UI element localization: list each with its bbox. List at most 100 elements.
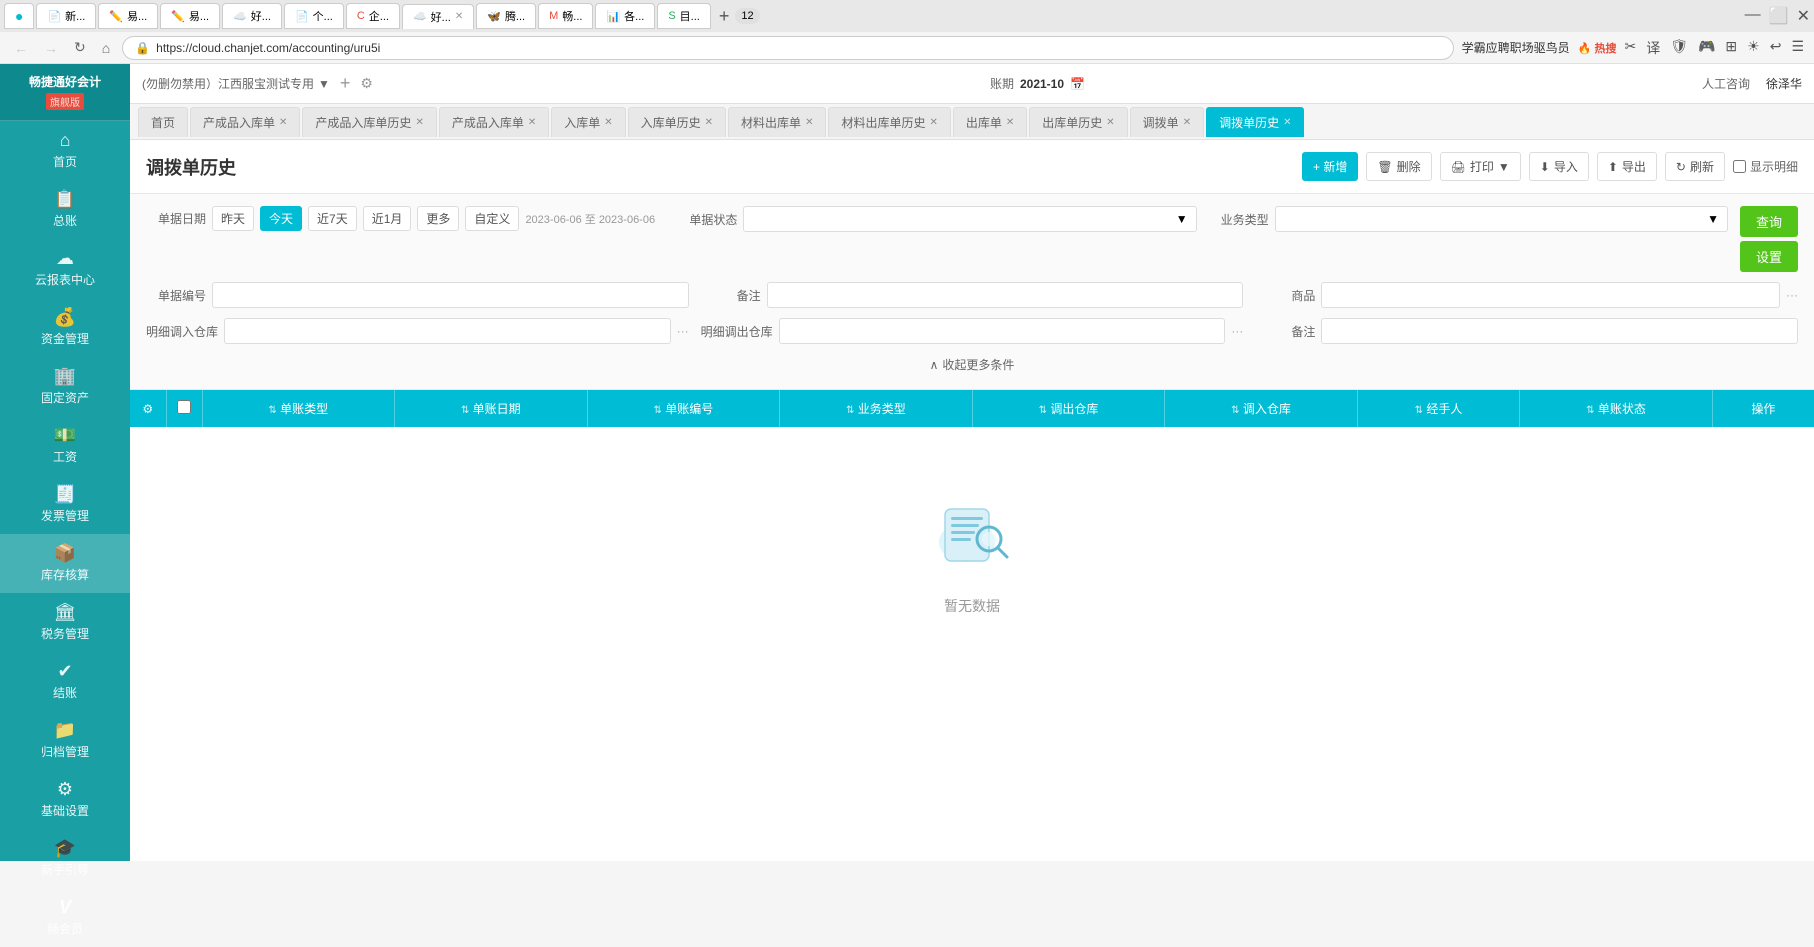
show-all-checkbox[interactable] xyxy=(1733,160,1746,173)
browser-tab-7[interactable]: ☁️ 好... ✕ xyxy=(402,4,474,29)
detail-in-input[interactable] xyxy=(224,318,671,344)
import-button[interactable]: ⬇ 导入 xyxy=(1529,152,1589,181)
browser-tab-3[interactable]: ✏️ 易... xyxy=(160,3,220,29)
date-btn-more[interactable]: 更多 xyxy=(417,206,459,231)
page-tab-out-hist-close[interactable]: ✕ xyxy=(1106,117,1114,128)
query-button[interactable]: 查询 xyxy=(1740,206,1798,237)
page-tab-in-close[interactable]: ✕ xyxy=(604,117,612,128)
goods-input[interactable] xyxy=(1321,282,1780,308)
url-box[interactable]: 🔒 https://cloud.chanjet.com/accounting/u… xyxy=(122,36,1453,60)
browser-tab-11[interactable]: S 目... xyxy=(657,3,711,29)
add-button[interactable]: + 新增 xyxy=(1302,152,1358,181)
page-tab-mat-out-hist[interactable]: 材料出库单历史 ✕ xyxy=(828,107,950,137)
th-in-warehouse[interactable]: ⇅ 调入仓库 xyxy=(1165,390,1358,427)
browser-tab-2[interactable]: ✏️ 易... xyxy=(98,3,158,29)
page-tab-finished-in2-close[interactable]: ✕ xyxy=(528,117,536,128)
collapse-button[interactable]: ∧ 收起更多条件 xyxy=(930,356,1015,373)
new-tab-button[interactable]: + xyxy=(719,6,730,27)
detail-in-more-icon[interactable]: ··· xyxy=(677,324,689,338)
detail-out-more-icon[interactable]: ··· xyxy=(1231,324,1243,338)
browser-tab-8[interactable]: 🦋 腾... xyxy=(476,3,536,29)
browser-tab-6[interactable]: C 企... xyxy=(346,3,400,29)
select-all-checkbox[interactable] xyxy=(177,400,191,414)
calendar-icon[interactable]: 📅 xyxy=(1070,77,1085,91)
page-tab-finished-in2[interactable]: 产成品入库单 ✕ xyxy=(439,107,549,137)
page-tab-transfer-hist[interactable]: 调拨单历史 ✕ xyxy=(1206,107,1304,137)
th-handler[interactable]: ⇅ 经手人 xyxy=(1357,390,1519,427)
browser-tab-1[interactable]: 📄 新... xyxy=(36,3,96,29)
sidebar-item-cloud-report[interactable]: ☁ 云报表中心 xyxy=(0,239,130,298)
sidebar-item-settings[interactable]: ⚙ 基础设置 xyxy=(0,770,130,829)
date-btn-today[interactable]: 今天 xyxy=(260,206,302,231)
date-btn-yesterday[interactable]: 昨天 xyxy=(212,206,254,231)
company-selector[interactable]: (勿删勿禁用）江西服宝测试专用 ▼ xyxy=(142,75,330,92)
add-company-button[interactable]: + xyxy=(340,73,351,94)
page-tab-finished-in-hist[interactable]: 产成品入库单历史 ✕ xyxy=(302,107,436,137)
page-tab-home[interactable]: 首页 xyxy=(138,107,188,137)
sidebar-item-ledger[interactable]: 📋 总账 xyxy=(0,180,130,239)
page-tab-in[interactable]: 入库单 ✕ xyxy=(551,107,625,137)
minimize-button[interactable]: — xyxy=(1745,6,1761,26)
page-tab-out-hist[interactable]: 出库单历史 ✕ xyxy=(1029,107,1127,137)
th-out-warehouse[interactable]: ⇅ 调出仓库 xyxy=(972,390,1165,427)
company-settings-icon[interactable]: ⚙ xyxy=(360,75,373,92)
close-button[interactable]: ✕ xyxy=(1797,6,1810,26)
date-btn-custom[interactable]: 自定义 xyxy=(465,206,519,231)
note2-input[interactable] xyxy=(1321,318,1798,344)
page-tab-transfer[interactable]: 调拨单 ✕ xyxy=(1130,107,1204,137)
search-settings-button[interactable]: 设置 xyxy=(1740,241,1798,272)
sidebar-item-archive[interactable]: 📁 归档管理 xyxy=(0,711,130,770)
browser-tab-10[interactable]: 📊 各... xyxy=(595,3,655,29)
page-tab-out-close[interactable]: ✕ xyxy=(1006,117,1014,128)
note-input[interactable] xyxy=(767,282,1244,308)
page-tab-in-hist-close[interactable]: ✕ xyxy=(705,117,713,128)
page-tab-transfer-close[interactable]: ✕ xyxy=(1183,117,1191,128)
status-select[interactable]: ▼ xyxy=(743,206,1196,232)
sidebar-item-inventory[interactable]: 📦 库存核算 xyxy=(0,534,130,593)
page-tab-mat-out-close[interactable]: ✕ xyxy=(805,117,813,128)
refresh-button[interactable]: ↻ xyxy=(70,35,90,60)
browser-tab-logo[interactable]: ● xyxy=(4,3,34,29)
browser-tab-7-close[interactable]: ✕ xyxy=(455,11,463,22)
th-check[interactable] xyxy=(166,390,202,427)
detail-out-input[interactable] xyxy=(779,318,1226,344)
delete-button[interactable]: 🗑 删除 xyxy=(1366,152,1431,181)
th-doc-date[interactable]: ⇅ 单账日期 xyxy=(395,390,588,427)
sidebar-item-close-accounts[interactable]: ✔ 结账 xyxy=(0,652,130,711)
maximize-button[interactable]: ⬜ xyxy=(1769,6,1789,26)
export-button[interactable]: ⬆ 导出 xyxy=(1597,152,1657,181)
page-tab-finished-in-hist-close[interactable]: ✕ xyxy=(415,117,423,128)
back-button[interactable]: ← xyxy=(10,36,32,60)
show-all-toggle[interactable]: 显示明细 xyxy=(1733,158,1798,175)
refresh-button-toolbar[interactable]: ↻ 刷新 xyxy=(1665,152,1725,181)
th-biz-type[interactable]: ⇅ 业务类型 xyxy=(780,390,973,427)
th-doc-no[interactable]: ⇅ 单账编号 xyxy=(587,390,780,427)
sidebar-item-tax[interactable]: 🏛 税务管理 xyxy=(0,593,130,652)
browser-tab-9[interactable]: M 畅... xyxy=(538,3,593,29)
sidebar-item-invoice[interactable]: 🧾 发票管理 xyxy=(0,475,130,534)
sidebar-item-fund[interactable]: 💰 资金管理 xyxy=(0,298,130,357)
biz-type-select[interactable]: ▼ xyxy=(1275,206,1728,232)
page-tab-finished-in[interactable]: 产成品入库单 ✕ xyxy=(190,107,300,137)
th-doc-status[interactable]: ⇅ 单账状态 xyxy=(1520,390,1713,427)
print-button[interactable]: 🖨 打印 ▼ xyxy=(1440,152,1521,181)
home-button[interactable]: ⌂ xyxy=(98,36,114,60)
page-tab-finished-in-close[interactable]: ✕ xyxy=(279,117,287,128)
sidebar-item-fixed-assets[interactable]: 🏢 固定资产 xyxy=(0,357,130,416)
th-gear[interactable]: ⚙ xyxy=(130,390,166,427)
goods-more-icon[interactable]: ··· xyxy=(1786,288,1798,302)
page-tab-in-hist[interactable]: 入库单历史 ✕ xyxy=(628,107,726,137)
forward-button[interactable]: → xyxy=(40,36,62,60)
sidebar-item-guide[interactable]: 🎓 新手引导 xyxy=(0,829,130,888)
page-tab-transfer-hist-close[interactable]: ✕ xyxy=(1283,117,1291,128)
user-service-button[interactable]: 人工咨询 xyxy=(1702,75,1750,92)
browser-tab-5[interactable]: 📄 个... xyxy=(284,3,344,29)
date-btn-7days[interactable]: 近7天 xyxy=(308,206,357,231)
page-tab-mat-out-hist-close[interactable]: ✕ xyxy=(929,117,937,128)
th-doc-type[interactable]: ⇅ 单账类型 xyxy=(202,390,395,427)
page-tab-mat-out[interactable]: 材料出库单 ✕ xyxy=(728,107,826,137)
page-tab-out[interactable]: 出库单 ✕ xyxy=(953,107,1027,137)
browser-tab-4[interactable]: ☁️ 好... xyxy=(222,3,282,29)
doc-no-input[interactable] xyxy=(212,282,689,308)
sidebar-item-payroll[interactable]: 💵 工资 xyxy=(0,416,130,475)
